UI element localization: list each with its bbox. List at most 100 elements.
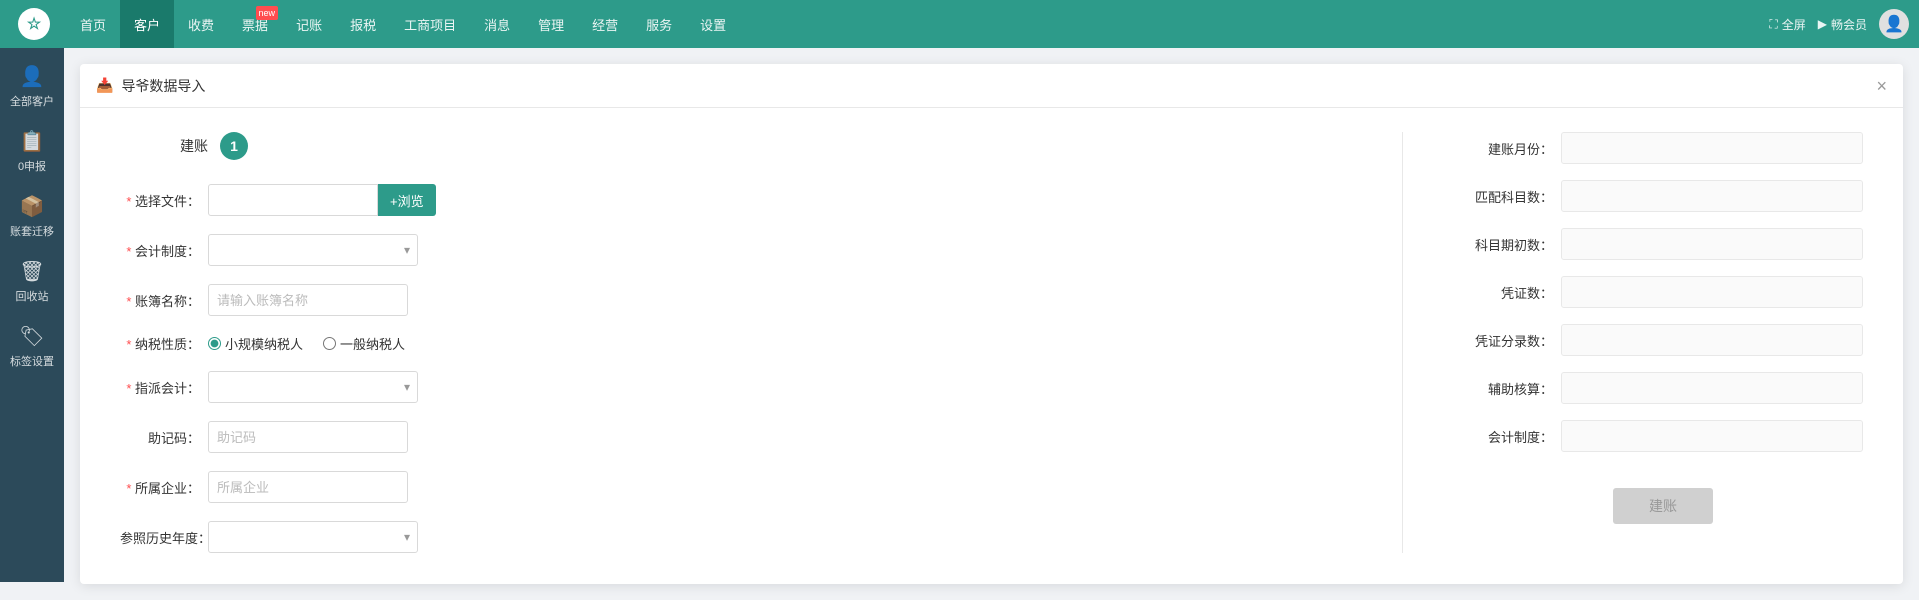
nav-item-customer[interactable]: 客户 (120, 0, 174, 48)
history-select[interactable] (208, 521, 418, 553)
ledger-label: 账簿名称： (120, 291, 200, 310)
member-btn[interactable]: ▶ 畅会员 (1818, 16, 1867, 33)
tax-row: 纳税性质： 小规模纳税人 一般纳税人 (120, 334, 1342, 353)
sidebar-item-label-zero: 0申报 (18, 158, 46, 174)
file-row: 选择文件： +浏览 (120, 184, 1342, 216)
company-input[interactable] (208, 471, 408, 503)
info-init-label: 科目期初数： (1463, 235, 1553, 254)
play-icon: ▶ (1818, 17, 1827, 31)
dialog-title: 导爷数据导入 (121, 76, 205, 96)
info-aux-value (1561, 372, 1863, 404)
radio-small-taxpayer[interactable]: 小规模纳税人 (208, 334, 303, 353)
info-month-value (1561, 132, 1863, 164)
accountant-select[interactable] (208, 371, 418, 403)
new-badge: new (256, 6, 279, 20)
nav-right: ⛶ 全屏 ▶ 畅会员 👤 (1769, 9, 1909, 39)
dialog-title-icon: 📥 (96, 77, 113, 94)
logo[interactable]: ☆ (10, 0, 58, 48)
history-select-wrapper (208, 521, 418, 553)
browse-button[interactable]: +浏览 (378, 184, 436, 216)
avatar[interactable]: 👤 (1879, 9, 1909, 39)
history-row: 参照历史年度： (120, 521, 1342, 553)
info-match-value (1561, 180, 1863, 212)
tax-label: 纳税性质： (120, 334, 200, 353)
file-input[interactable] (208, 184, 378, 216)
zero-declare-icon: 📋 (20, 129, 45, 154)
accounting-select[interactable] (208, 234, 418, 266)
nav-item-manage[interactable]: 管理 (524, 0, 578, 48)
nav-item-invoice[interactable]: 票据 new (228, 0, 282, 48)
sidebar-item-zero-declare[interactable]: 📋 0申报 (2, 121, 62, 182)
logo-icon: ☆ (18, 8, 50, 40)
fullscreen-btn[interactable]: ⛶ 全屏 (1769, 16, 1805, 33)
nav-item-operation[interactable]: 经营 (578, 0, 632, 48)
info-month-label: 建账月份： (1463, 139, 1553, 158)
nav-item-settings[interactable]: 设置 (686, 0, 740, 48)
fullscreen-label: 全屏 (1782, 16, 1806, 33)
info-entries-row: 凭证分录数： (1463, 324, 1863, 356)
memo-input[interactable] (208, 421, 408, 453)
info-voucher-label: 凭证数： (1463, 283, 1553, 302)
info-entries-label: 凭证分录数： (1463, 331, 1553, 350)
vertical-divider (1402, 132, 1403, 553)
info-match-label: 匹配科目数： (1463, 187, 1553, 206)
nav-item-fee[interactable]: 收费 (174, 0, 228, 48)
dialog-body: 建账 1 选择文件： +浏览 会计制度： (80, 108, 1903, 577)
sidebar-item-label-tags: 标签设置 (10, 353, 54, 369)
info-entries-value (1561, 324, 1863, 356)
info-accounting-system-value (1561, 420, 1863, 452)
create-account-button[interactable]: 建账 (1613, 488, 1713, 524)
company-label: 所属企业： (120, 478, 200, 497)
radio-general-taxpayer[interactable]: 一般纳税人 (323, 334, 405, 353)
step-circle: 1 (220, 132, 248, 160)
memo-label: 助记码： (120, 428, 200, 447)
top-nav: ☆ 首页 客户 收费 票据 new 记账 报税 工商项目 消息 管理 经营 服务… (0, 0, 1919, 48)
nav-item-tax[interactable]: 报税 (336, 0, 390, 48)
info-accounting-system-row: 会计制度： (1463, 420, 1863, 452)
tags-icon: 🏷 (19, 324, 44, 349)
radio-general-label: 一般纳税人 (340, 334, 405, 353)
fullscreen-icon: ⛶ (1769, 17, 1777, 32)
step-header: 建账 1 (180, 132, 248, 160)
info-accounting-system-label: 会计制度： (1463, 427, 1553, 446)
sidebar-item-label-migrate: 账套迁移 (10, 223, 54, 239)
accounting-select-wrapper (208, 234, 418, 266)
accountant-select-wrapper (208, 371, 418, 403)
tax-radio-group: 小规模纳税人 一般纳税人 (208, 334, 405, 353)
migrate-icon: 📦 (20, 194, 45, 219)
file-label: 选择文件： (120, 191, 200, 210)
all-customers-icon: 👤 (20, 64, 45, 89)
nav-item-home[interactable]: 首页 (66, 0, 120, 48)
info-init-row: 科目期初数： (1463, 228, 1863, 260)
form-panel: 建账 1 选择文件： +浏览 会计制度： (120, 132, 1342, 553)
info-panel: 建账月份： 匹配科目数： 科目期初数： 凭证数： (1463, 132, 1863, 553)
member-label: 畅会员 (1831, 16, 1867, 33)
info-match-row: 匹配科目数： (1463, 180, 1863, 212)
sidebar-item-label-recycle: 回收站 (16, 288, 49, 304)
action-area: 建账 (1463, 488, 1863, 524)
nav-item-message[interactable]: 消息 (470, 0, 524, 48)
info-month-row: 建账月份： (1463, 132, 1863, 164)
dialog: 📥 导爷数据导入 × 建账 1 选择文件： (80, 64, 1903, 584)
sidebar-item-migrate[interactable]: 📦 账套迁移 (2, 186, 62, 247)
nav-item-bookkeeping[interactable]: 记账 (282, 0, 336, 48)
accounting-row: 会计制度： (120, 234, 1342, 266)
radio-general-input[interactable] (323, 337, 336, 350)
company-row: 所属企业： (120, 471, 1342, 503)
recycle-icon: 🗑 (19, 259, 44, 284)
main-content: 📥 导爷数据导入 × 建账 1 选择文件： (64, 48, 1919, 600)
sidebar-item-tags[interactable]: 🏷 标签设置 (2, 316, 62, 377)
info-init-value (1561, 228, 1863, 260)
accountant-row: 指派会计： (120, 371, 1342, 403)
sidebar-item-recycle[interactable]: 🗑 回收站 (2, 251, 62, 312)
ledger-input[interactable] (208, 284, 408, 316)
info-voucher-row: 凭证数： (1463, 276, 1863, 308)
ledger-row: 账簿名称： (120, 284, 1342, 316)
accounting-label: 会计制度： (120, 241, 200, 260)
close-button[interactable]: × (1876, 77, 1887, 95)
nav-item-business[interactable]: 工商项目 (390, 0, 470, 48)
sidebar-item-all-customers[interactable]: 👤 全部客户 (2, 56, 62, 117)
nav-item-service[interactable]: 服务 (632, 0, 686, 48)
radio-small-input[interactable] (208, 337, 221, 350)
info-aux-row: 辅助核算： (1463, 372, 1863, 404)
